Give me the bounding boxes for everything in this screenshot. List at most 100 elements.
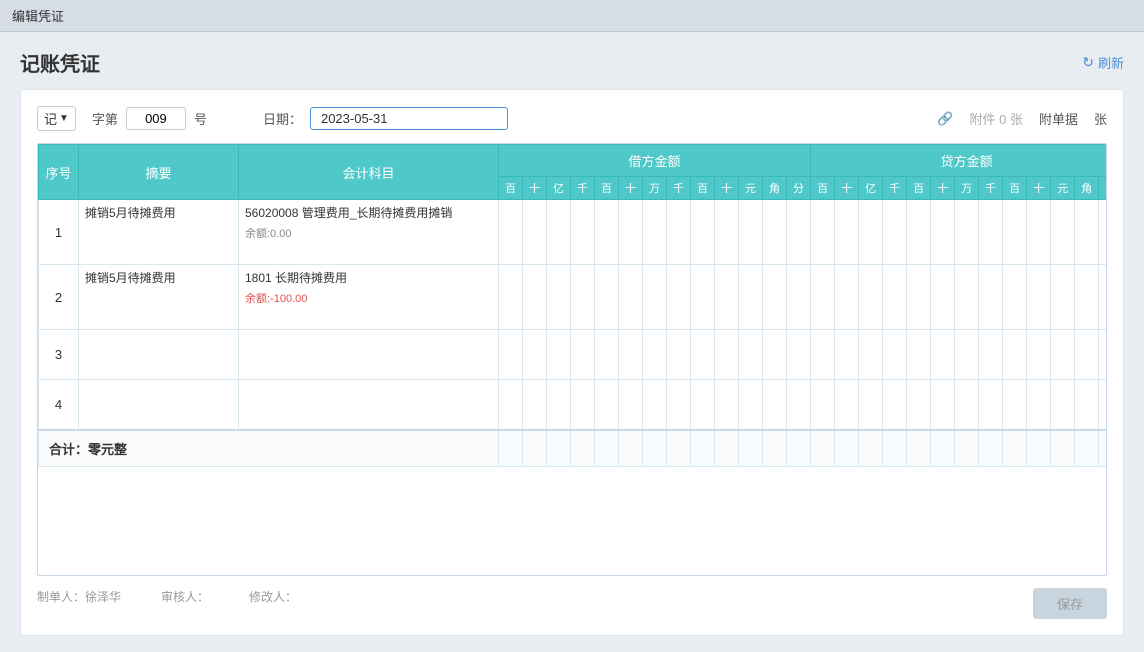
row-4-credit-13[interactable] bbox=[1099, 380, 1107, 430]
row-1-debit-3[interactable] bbox=[547, 200, 571, 265]
row-1-debit-5[interactable] bbox=[595, 200, 619, 265]
row-2-debit-11[interactable] bbox=[739, 265, 763, 330]
row-1-debit-9[interactable] bbox=[691, 200, 715, 265]
row-4-debit-8[interactable] bbox=[667, 380, 691, 430]
row-1-debit-4[interactable] bbox=[571, 200, 595, 265]
row-1-credit-4[interactable] bbox=[883, 200, 907, 265]
row-3-debit-1[interactable] bbox=[499, 330, 523, 380]
row-3-credit-10[interactable] bbox=[1027, 330, 1051, 380]
number-input[interactable] bbox=[126, 107, 186, 130]
row-2-credit-12[interactable] bbox=[1075, 265, 1099, 330]
row-1-credit-12[interactable] bbox=[1075, 200, 1099, 265]
row-3-credit-9[interactable] bbox=[1003, 330, 1027, 380]
table-row[interactable]: 3 bbox=[39, 330, 1108, 380]
row-4-credit-4[interactable] bbox=[883, 380, 907, 430]
row-1-credit-8[interactable] bbox=[979, 200, 1003, 265]
row-2-credit-10[interactable] bbox=[1027, 265, 1051, 330]
row-1-credit-9[interactable] bbox=[1003, 200, 1027, 265]
row-3-debit-3[interactable] bbox=[547, 330, 571, 380]
row-1-credit-3[interactable] bbox=[859, 200, 883, 265]
row-4-credit-11[interactable] bbox=[1051, 380, 1075, 430]
row-2-credit-1[interactable] bbox=[811, 265, 835, 330]
row-1-debit-6[interactable] bbox=[619, 200, 643, 265]
row-4-credit-10[interactable] bbox=[1027, 380, 1051, 430]
row-3-debit-9[interactable] bbox=[691, 330, 715, 380]
row-3-credit-11[interactable] bbox=[1051, 330, 1075, 380]
row-2-debit-10[interactable] bbox=[715, 265, 739, 330]
table-row[interactable]: 4 bbox=[39, 380, 1108, 430]
row-2-credit-2[interactable] bbox=[835, 265, 859, 330]
row-3-credit-8[interactable] bbox=[979, 330, 1003, 380]
row-1-credit-6[interactable] bbox=[931, 200, 955, 265]
row-4-credit-5[interactable] bbox=[907, 380, 931, 430]
date-input[interactable] bbox=[310, 107, 508, 130]
row-2-credit-6[interactable] bbox=[931, 265, 955, 330]
row-2-debit-9[interactable] bbox=[691, 265, 715, 330]
row-4-credit-3[interactable] bbox=[859, 380, 883, 430]
row-2-debit-3[interactable] bbox=[547, 265, 571, 330]
row-1-debit-1[interactable] bbox=[499, 200, 523, 265]
row-2-debit-5[interactable] bbox=[595, 265, 619, 330]
row-1-summary[interactable]: 摊销5月待摊费用 bbox=[79, 200, 239, 265]
row-3-debit-10[interactable] bbox=[715, 330, 739, 380]
row-1-debit-12[interactable] bbox=[763, 200, 787, 265]
table-row[interactable]: 1摊销5月待摊费用56020008 管理费用_长期待摊费用摊销余额:0.00 bbox=[39, 200, 1108, 265]
row-4-credit-8[interactable] bbox=[979, 380, 1003, 430]
row-3-summary[interactable] bbox=[79, 330, 239, 380]
row-1-debit-11[interactable] bbox=[739, 200, 763, 265]
row-2-account[interactable]: 1801 长期待摊费用余额:-100.00 bbox=[239, 265, 499, 330]
row-4-debit-11[interactable] bbox=[739, 380, 763, 430]
row-1-credit-1[interactable] bbox=[811, 200, 835, 265]
row-4-debit-5[interactable] bbox=[595, 380, 619, 430]
row-1-credit-11[interactable] bbox=[1051, 200, 1075, 265]
row-1-debit-8[interactable] bbox=[667, 200, 691, 265]
row-1-credit-5[interactable] bbox=[907, 200, 931, 265]
row-2-credit-4[interactable] bbox=[883, 265, 907, 330]
row-3-debit-12[interactable] bbox=[763, 330, 787, 380]
row-1-account[interactable]: 56020008 管理费用_长期待摊费用摊销余额:0.00 bbox=[239, 200, 499, 265]
row-3-debit-7[interactable] bbox=[643, 330, 667, 380]
row-4-credit-12[interactable] bbox=[1075, 380, 1099, 430]
row-3-debit-4[interactable] bbox=[571, 330, 595, 380]
row-2-debit-2[interactable] bbox=[523, 265, 547, 330]
row-2-credit-13[interactable] bbox=[1099, 265, 1107, 330]
row-4-credit-9[interactable] bbox=[1003, 380, 1027, 430]
row-2-credit-3[interactable] bbox=[859, 265, 883, 330]
row-2-credit-8[interactable] bbox=[979, 265, 1003, 330]
row-2-credit-7[interactable] bbox=[955, 265, 979, 330]
row-1-debit-7[interactable] bbox=[643, 200, 667, 265]
row-3-credit-4[interactable] bbox=[883, 330, 907, 380]
row-2-debit-7[interactable] bbox=[643, 265, 667, 330]
attach-single-label[interactable]: 附单据 bbox=[1039, 109, 1078, 128]
row-3-credit-1[interactable] bbox=[811, 330, 835, 380]
row-4-debit-4[interactable] bbox=[571, 380, 595, 430]
row-3-debit-2[interactable] bbox=[523, 330, 547, 380]
row-1-credit-10[interactable] bbox=[1027, 200, 1051, 265]
row-1-debit-13[interactable] bbox=[787, 200, 811, 265]
row-3-account[interactable] bbox=[239, 330, 499, 380]
row-3-credit-12[interactable] bbox=[1075, 330, 1099, 380]
row-1-debit-10[interactable] bbox=[715, 200, 739, 265]
row-1-credit-2[interactable] bbox=[835, 200, 859, 265]
row-4-summary[interactable] bbox=[79, 380, 239, 430]
row-2-credit-5[interactable] bbox=[907, 265, 931, 330]
table-row[interactable]: 2摊销5月待摊费用1801 长期待摊费用余额:-100.00 bbox=[39, 265, 1108, 330]
refresh-button[interactable]: ↻ 刷新 bbox=[1082, 53, 1124, 72]
save-button[interactable]: 保存 bbox=[1033, 588, 1107, 619]
row-2-debit-12[interactable] bbox=[763, 265, 787, 330]
row-2-debit-6[interactable] bbox=[619, 265, 643, 330]
row-2-debit-1[interactable] bbox=[499, 265, 523, 330]
row-2-debit-4[interactable] bbox=[571, 265, 595, 330]
type-select[interactable]: 记 ▼ bbox=[37, 106, 76, 131]
row-3-credit-2[interactable] bbox=[835, 330, 859, 380]
row-2-summary[interactable]: 摊销5月待摊费用 bbox=[79, 265, 239, 330]
row-1-credit-13[interactable] bbox=[1099, 200, 1107, 265]
row-4-debit-12[interactable] bbox=[763, 380, 787, 430]
row-4-account[interactable] bbox=[239, 380, 499, 430]
row-3-credit-13[interactable] bbox=[1099, 330, 1107, 380]
row-4-debit-10[interactable] bbox=[715, 380, 739, 430]
row-4-credit-7[interactable] bbox=[955, 380, 979, 430]
row-3-credit-5[interactable] bbox=[907, 330, 931, 380]
row-3-credit-3[interactable] bbox=[859, 330, 883, 380]
row-1-credit-7[interactable] bbox=[955, 200, 979, 265]
